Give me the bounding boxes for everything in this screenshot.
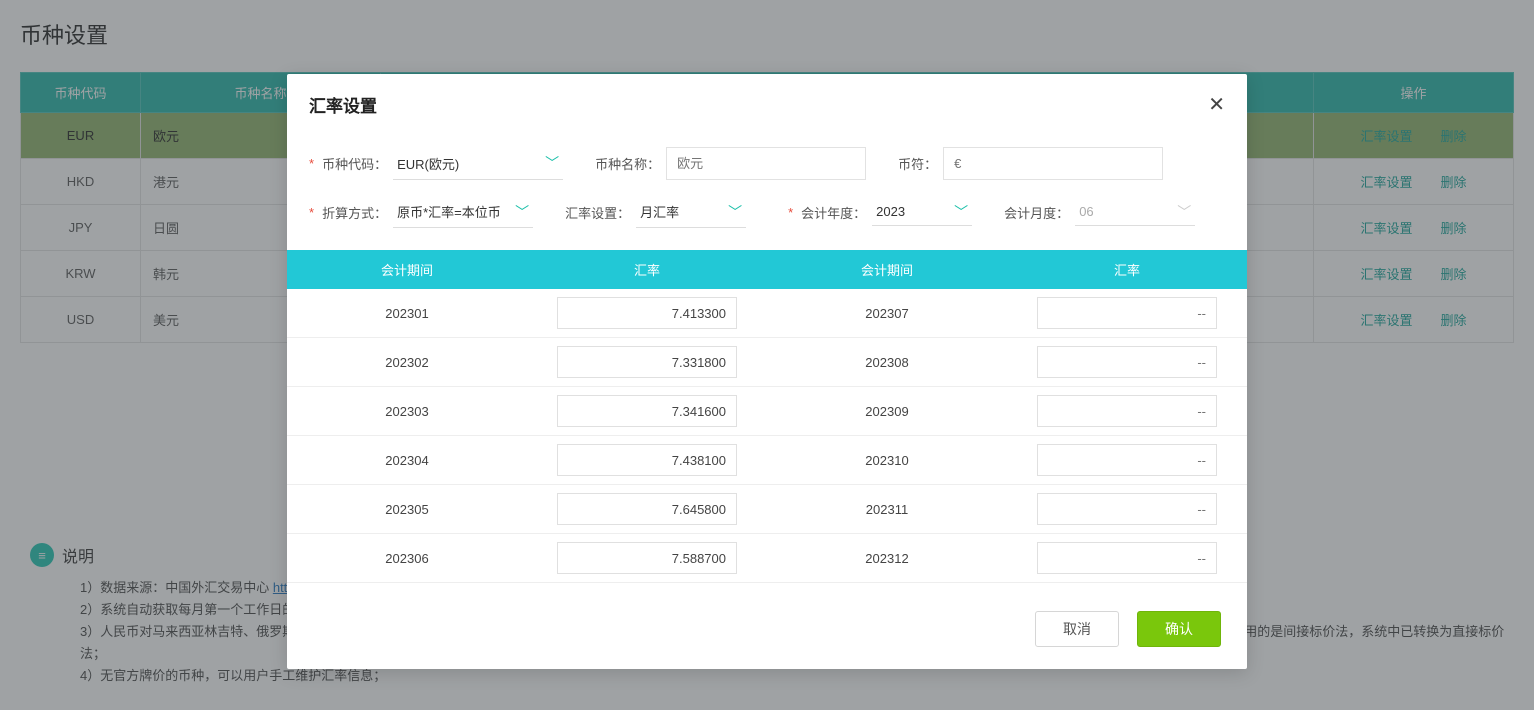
currency-code-select[interactable]: EUR(欧元) ﹀ bbox=[393, 148, 563, 180]
modal-overlay: 汇率设置 ✕ * 币种代码： EUR(欧元) ﹀ 币种名称： 币符： bbox=[0, 0, 1534, 710]
period-cell: 202308 bbox=[767, 338, 1007, 387]
rate-input[interactable] bbox=[557, 444, 737, 476]
label-fiscal-month: 会计月度： bbox=[1004, 203, 1069, 222]
modal-title: 汇率设置 bbox=[309, 92, 377, 117]
chevron-down-icon: ﹀ bbox=[728, 202, 742, 222]
period-cell: 202312 bbox=[767, 534, 1007, 583]
rate-input[interactable] bbox=[1037, 395, 1217, 427]
rate-row: 202306 202312 bbox=[287, 534, 1247, 583]
rate-input[interactable] bbox=[1037, 297, 1217, 329]
rate-input[interactable] bbox=[1037, 542, 1217, 574]
rate-input[interactable] bbox=[557, 395, 737, 427]
rate-input[interactable] bbox=[1037, 444, 1217, 476]
label-symbol: 币符： bbox=[898, 154, 937, 173]
required-marker: * bbox=[309, 156, 314, 171]
rate-row: 202305 202311 bbox=[287, 485, 1247, 534]
rate-input[interactable] bbox=[1037, 493, 1217, 525]
label-fiscal-year: 会计年度： bbox=[801, 203, 866, 222]
rate-modal: 汇率设置 ✕ * 币种代码： EUR(欧元) ﹀ 币种名称： 币符： bbox=[287, 74, 1247, 669]
close-icon[interactable]: ✕ bbox=[1208, 95, 1225, 115]
period-cell: 202305 bbox=[287, 485, 527, 534]
label-method: 折算方式： bbox=[322, 203, 387, 222]
th-period-left: 会计期间 bbox=[287, 250, 527, 289]
rate-row: 202304 202310 bbox=[287, 436, 1247, 485]
chevron-down-icon: ﹀ bbox=[545, 153, 559, 173]
th-rate-right: 汇率 bbox=[1007, 250, 1247, 289]
method-select[interactable]: 原币*汇率=本位币 ﹀ bbox=[393, 196, 533, 228]
period-cell: 202307 bbox=[767, 289, 1007, 338]
period-cell: 202302 bbox=[287, 338, 527, 387]
rate-type-select[interactable]: 月汇率 ﹀ bbox=[636, 196, 746, 228]
rate-input[interactable] bbox=[557, 493, 737, 525]
period-cell: 202304 bbox=[287, 436, 527, 485]
label-rate-type: 汇率设置： bbox=[565, 203, 630, 222]
period-cell: 202311 bbox=[767, 485, 1007, 534]
rate-row: 202303 202309 bbox=[287, 387, 1247, 436]
label-currency-code: 币种代码： bbox=[322, 154, 387, 173]
required-marker: * bbox=[309, 205, 314, 220]
period-cell: 202301 bbox=[287, 289, 527, 338]
label-currency-name: 币种名称： bbox=[595, 154, 660, 173]
rate-row: 202302 202308 bbox=[287, 338, 1247, 387]
th-period-right: 会计期间 bbox=[767, 250, 1007, 289]
required-marker: * bbox=[788, 205, 793, 220]
chevron-down-icon: ﹀ bbox=[954, 202, 968, 222]
period-cell: 202310 bbox=[767, 436, 1007, 485]
chevron-down-icon: ﹀ bbox=[515, 202, 529, 222]
period-cell: 202306 bbox=[287, 534, 527, 583]
rate-table: 会计期间 汇率 会计期间 汇率 202301 202307 202302 202308… bbox=[287, 250, 1247, 583]
rate-input[interactable] bbox=[557, 542, 737, 574]
rate-type-value: 月汇率 bbox=[640, 202, 679, 221]
fiscal-month-value: 06 bbox=[1079, 204, 1093, 219]
rate-row: 202301 202307 bbox=[287, 289, 1247, 338]
chevron-down-icon: ﹀ bbox=[1177, 202, 1191, 222]
rate-input[interactable] bbox=[1037, 346, 1217, 378]
currency-code-value: EUR(欧元) bbox=[397, 154, 459, 173]
rate-input[interactable] bbox=[557, 346, 737, 378]
symbol-input[interactable] bbox=[943, 147, 1163, 180]
fiscal-year-value: 2023 bbox=[876, 204, 905, 219]
cancel-button[interactable]: 取消 bbox=[1035, 611, 1119, 647]
fiscal-month-select[interactable]: 06 ﹀ bbox=[1075, 198, 1195, 226]
confirm-button[interactable]: 确认 bbox=[1137, 611, 1221, 647]
period-cell: 202303 bbox=[287, 387, 527, 436]
th-rate-left: 汇率 bbox=[527, 250, 767, 289]
rate-input[interactable] bbox=[557, 297, 737, 329]
period-cell: 202309 bbox=[767, 387, 1007, 436]
fiscal-year-select[interactable]: 2023 ﹀ bbox=[872, 198, 972, 226]
currency-name-input[interactable] bbox=[666, 147, 866, 180]
method-value: 原币*汇率=本位币 bbox=[397, 202, 501, 221]
